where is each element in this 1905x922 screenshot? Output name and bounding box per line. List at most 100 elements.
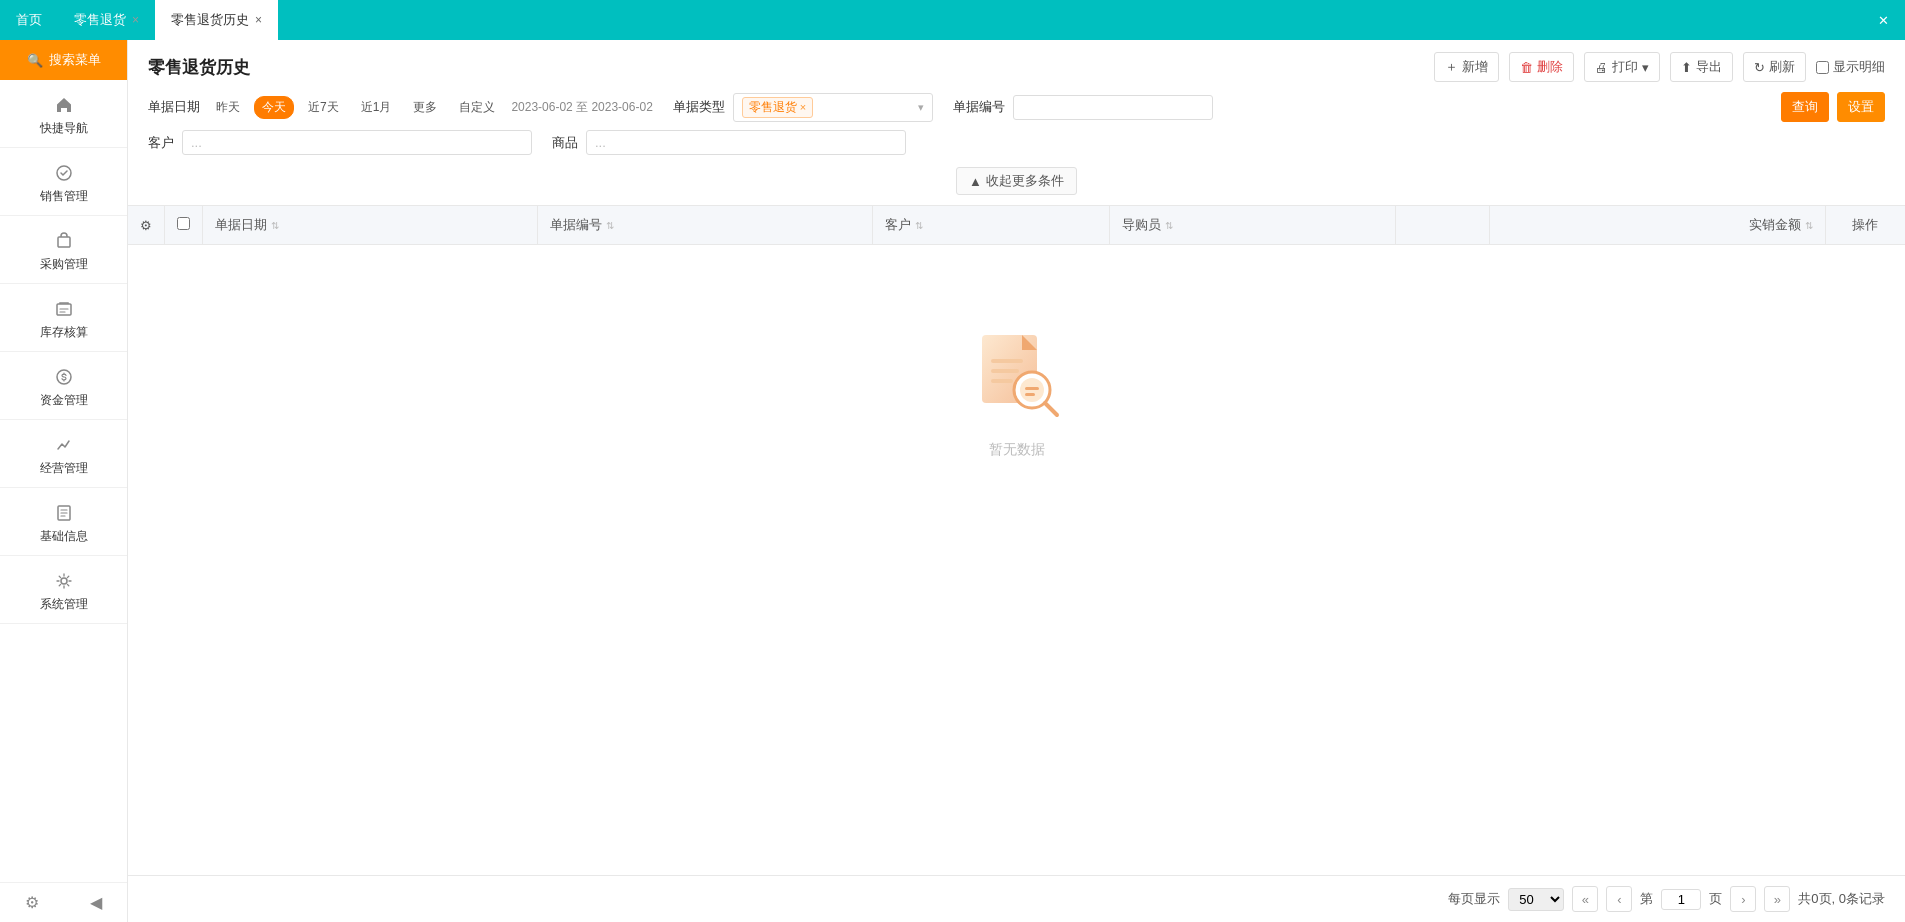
query-btn[interactable]: 查询: [1781, 92, 1829, 122]
sidebar-item-label: 库存核算: [40, 324, 88, 341]
show-detail-checkbox[interactable]: [1816, 61, 1829, 74]
th-amount[interactable]: 实销金额 ⇅: [1490, 206, 1825, 245]
customer-input[interactable]: ...: [182, 130, 532, 155]
sidebar-item-purchase[interactable]: 采购管理: [0, 216, 127, 284]
doc-no-filter: 单据编号: [953, 95, 1213, 120]
sidebar-search[interactable]: 🔍 搜索菜单: [0, 40, 127, 80]
sales-icon: [53, 162, 75, 184]
collapse-icon: ▲: [969, 174, 982, 189]
window-close-btn[interactable]: ✕: [1878, 13, 1905, 28]
th-gear[interactable]: ⚙: [128, 206, 165, 245]
doc-type-tag-close[interactable]: ×: [800, 101, 806, 113]
date-btn-last7[interactable]: 近7天: [300, 96, 347, 119]
doc-type-select[interactable]: 零售退货 × ▾: [733, 93, 933, 122]
export-icon: ⬆: [1681, 60, 1692, 75]
page-prev-btn[interactable]: ‹: [1606, 886, 1632, 912]
basic-info-icon: [53, 502, 75, 524]
date-filter-label: 单据日期: [148, 98, 200, 116]
page-next-btn[interactable]: ›: [1730, 886, 1756, 912]
tab-retail-return-close[interactable]: ×: [132, 13, 139, 27]
goods-filter: 商品 ...: [552, 130, 906, 155]
goods-label: 商品: [552, 134, 578, 152]
svg-rect-8: [991, 359, 1023, 363]
sidebar-item-quick-nav[interactable]: 快捷导航: [0, 80, 127, 148]
table-header-row: ⚙ 单据日期 ⇅ 单据编号: [128, 206, 1905, 245]
svg-rect-1: [58, 237, 70, 247]
sidebar-item-operations[interactable]: 经营管理: [0, 420, 127, 488]
empty-illustration: [967, 325, 1067, 425]
gear-icon[interactable]: ⚙: [140, 218, 152, 233]
sort-icon-docno: ⇅: [606, 220, 614, 231]
page-size-select[interactable]: 50 100 200: [1508, 888, 1564, 911]
new-btn[interactable]: ＋ 新增: [1434, 52, 1499, 82]
th-customer[interactable]: 客户 ⇅: [873, 206, 1110, 245]
doc-type-tag: 零售退货 ×: [742, 97, 813, 118]
export-btn[interactable]: ⬆ 导出: [1670, 52, 1733, 82]
purchase-icon: [53, 230, 75, 252]
sidebar-item-finance[interactable]: 资金管理: [0, 352, 127, 420]
date-btn-today[interactable]: 今天: [254, 96, 294, 119]
total-info: 共0页, 0条记录: [1798, 890, 1885, 908]
tab-retail-return[interactable]: 零售退货 ×: [58, 0, 155, 40]
sidebar-item-label: 基础信息: [40, 528, 88, 545]
tab-retail-return-history-close[interactable]: ×: [255, 13, 262, 27]
date-btn-more[interactable]: 更多: [405, 96, 445, 119]
print-btn[interactable]: 🖨 打印 ▾: [1584, 52, 1660, 82]
date-btn-custom[interactable]: 自定义: [451, 96, 503, 119]
sort-icon-date: ⇅: [271, 220, 279, 231]
tab-retail-return-history[interactable]: 零售退货历史 ×: [155, 0, 278, 40]
refresh-icon: ↻: [1754, 60, 1765, 75]
doc-type-filter: 单据类型 零售退货 × ▾: [673, 93, 933, 122]
date-filter-btns: 昨天 今天 近7天 近1月 更多 自定义: [208, 96, 503, 119]
customer-filter: 客户 ...: [148, 130, 532, 155]
empty-state: 暂无数据: [128, 245, 1905, 519]
doc-no-input[interactable]: [1013, 95, 1213, 120]
sidebar-volume-btn[interactable]: ◀: [90, 893, 102, 912]
page-unit: 页: [1709, 890, 1722, 908]
sort-icon-customer: ⇅: [915, 220, 923, 231]
data-table: ⚙ 单据日期 ⇅ 单据编号: [128, 206, 1905, 245]
sidebar-item-system[interactable]: 系统管理: [0, 556, 127, 624]
doc-type-dropdown-icon: ▾: [918, 101, 924, 114]
search-icon: 🔍: [27, 53, 43, 68]
goods-input[interactable]: ...: [586, 130, 906, 155]
inventory-icon: [53, 298, 75, 320]
svg-rect-15: [1025, 393, 1035, 396]
sidebar-search-label: 搜索菜单: [49, 51, 101, 69]
page-number-input[interactable]: [1661, 889, 1701, 910]
delete-btn[interactable]: 🗑 删除: [1509, 52, 1574, 82]
operations-icon: [53, 434, 75, 456]
date-btn-last1month[interactable]: 近1月: [353, 96, 400, 119]
content-area: 零售退货历史 ＋ 新增 🗑 删除 🖨 打印 ▾: [128, 40, 1905, 922]
sidebar-item-basic-info[interactable]: 基础信息: [0, 488, 127, 556]
customer-label: 客户: [148, 134, 174, 152]
th-docno[interactable]: 单据编号 ⇅: [538, 206, 873, 245]
filter-area: 单据日期 昨天 今天 近7天 近1月 更多 自定义 2023-06-02 至 2…: [148, 92, 1885, 205]
select-all-checkbox[interactable]: [177, 217, 190, 230]
show-detail-checkbox-label[interactable]: 显示明细: [1816, 58, 1885, 76]
page-size-label: 每页显示: [1448, 890, 1500, 908]
system-icon: [53, 570, 75, 592]
refresh-btn[interactable]: ↻ 刷新: [1743, 52, 1806, 82]
page-last-btn[interactable]: »: [1764, 886, 1790, 912]
main-layout: 🔍 搜索菜单 快捷导航 销售管理 采购管理 库存核算: [0, 40, 1905, 922]
sidebar-item-inventory[interactable]: 库存核算: [0, 284, 127, 352]
sidebar-item-sales[interactable]: 销售管理: [0, 148, 127, 216]
filter-row-2: 客户 ... 商品 ...: [148, 130, 1885, 155]
th-date[interactable]: 单据日期 ⇅: [203, 206, 538, 245]
date-filter: 单据日期 昨天 今天 近7天 近1月 更多 自定义 2023-06-02 至 2…: [148, 96, 653, 119]
print-icon: 🖨: [1595, 60, 1608, 75]
settings-btn[interactable]: 设置: [1837, 92, 1885, 122]
page-label: 第: [1640, 890, 1653, 908]
sidebar-settings-btn[interactable]: ⚙: [25, 893, 39, 912]
tab-home[interactable]: 零售退货历史 首页: [0, 0, 58, 40]
pagination-bar: 每页显示 50 100 200 « ‹ 第 页 › » 共0页, 0条记录: [128, 875, 1905, 922]
table-wrap: ⚙ 单据日期 ⇅ 单据编号: [128, 206, 1905, 875]
doc-type-label: 单据类型: [673, 98, 725, 116]
date-btn-yesterday[interactable]: 昨天: [208, 96, 248, 119]
collapse-btn[interactable]: ▲ 收起更多条件: [956, 167, 1077, 195]
svg-point-5: [61, 578, 67, 584]
page-first-btn[interactable]: «: [1572, 886, 1598, 912]
th-guide[interactable]: 导购员 ⇅: [1110, 206, 1396, 245]
date-range-text: 2023-06-02 至 2023-06-02: [511, 99, 652, 116]
